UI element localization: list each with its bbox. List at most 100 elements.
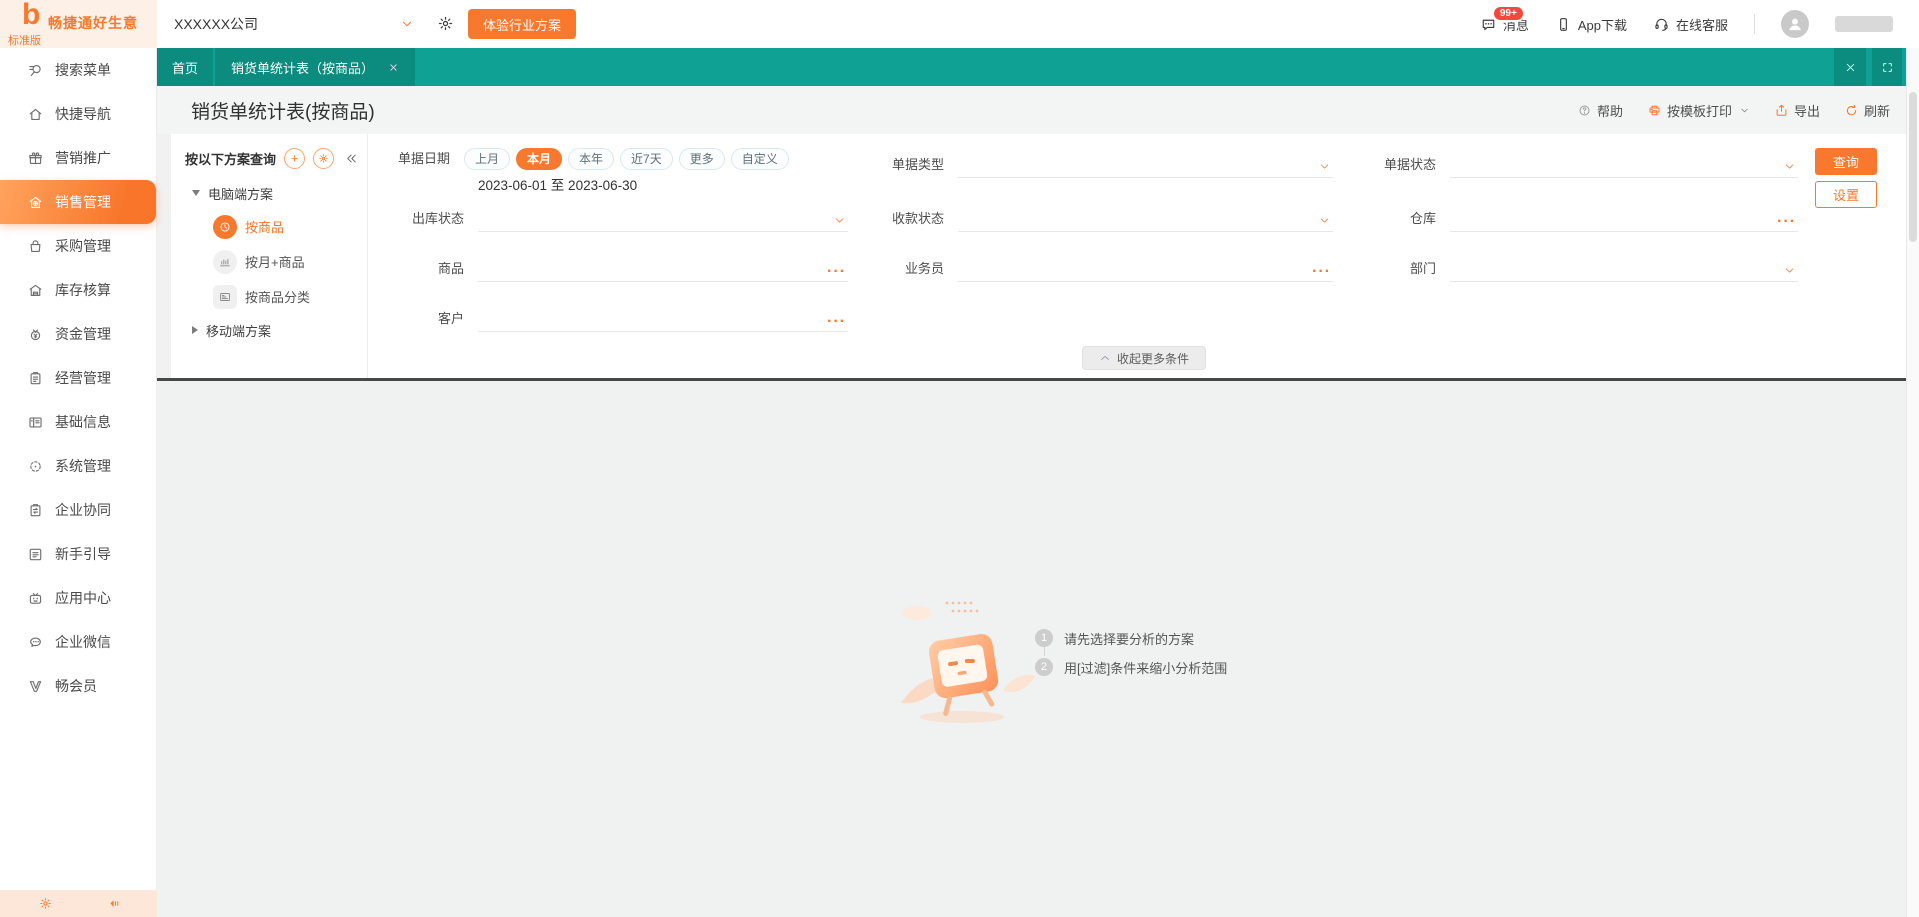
- step-number-badge: 2: [1035, 658, 1053, 676]
- sidebar-item-wechat[interactable]: 企业微信: [0, 620, 156, 664]
- sidebar-item-search-menu[interactable]: 搜索菜单: [0, 48, 156, 92]
- chevron-down-icon: [400, 17, 414, 31]
- chevron-down-icon[interactable]: [1318, 160, 1331, 173]
- app-download-label: App下载: [1577, 17, 1627, 33]
- scheme-item-by-product[interactable]: 按商品: [171, 209, 367, 244]
- export-icon: [1774, 103, 1789, 118]
- settings-gear-icon[interactable]: [436, 14, 455, 33]
- collab-icon: [27, 502, 44, 519]
- pill-this-year[interactable]: 本年: [568, 148, 615, 170]
- ellipsis-icon[interactable]: ···: [827, 263, 846, 281]
- collapse-sidebar-icon[interactable]: [106, 896, 123, 911]
- field-doc-type: 单据类型: [885, 152, 1333, 178]
- user-avatar[interactable]: [1781, 10, 1809, 38]
- sidebar-item-marketing[interactable]: 营销推广: [0, 136, 156, 180]
- customer-input[interactable]: ···: [478, 306, 848, 332]
- sidebar-item-operations[interactable]: 经营管理: [0, 356, 156, 400]
- print-template-button[interactable]: 按模板打印: [1647, 101, 1750, 120]
- ellipsis-icon[interactable]: ···: [1312, 263, 1331, 281]
- top-header: b 畅捷通好生意 标准版 XXXXXX公司 体验行业方案 消息 99+ App下…: [0, 0, 1919, 48]
- sidebar-item-quick-nav[interactable]: 快捷导航: [0, 92, 156, 136]
- help-button[interactable]: 帮助: [1577, 101, 1623, 120]
- export-button[interactable]: 导出: [1774, 101, 1820, 120]
- info-card-icon: [27, 414, 44, 431]
- department-input[interactable]: [1450, 256, 1798, 282]
- sidebar-item-app-center[interactable]: 应用中心: [0, 576, 156, 620]
- pill-last-7-days[interactable]: 近7天: [620, 148, 673, 170]
- outbound-status-input[interactable]: [478, 206, 848, 232]
- sidebar-item-purchase[interactable]: 采购管理: [0, 224, 156, 268]
- sidebar-item-base-info[interactable]: 基础信息: [0, 400, 156, 444]
- doc-status-input[interactable]: [1450, 152, 1798, 178]
- pill-custom[interactable]: 自定义: [730, 148, 789, 170]
- pill-this-month[interactable]: 本月: [516, 148, 563, 170]
- product-input[interactable]: ···: [478, 256, 848, 282]
- gear-icon[interactable]: [38, 896, 53, 911]
- collapse-panel-icon[interactable]: [344, 151, 359, 166]
- trial-plan-button[interactable]: 体验行业方案: [468, 9, 577, 39]
- sidebar-item-inventory[interactable]: 库存核算: [0, 268, 156, 312]
- warehouse-icon: [27, 282, 44, 299]
- tab-sales-report[interactable]: 销货单统计表（按商品）: [215, 48, 416, 86]
- tab-home[interactable]: 首页: [157, 48, 213, 86]
- sidebar-item-funds[interactable]: 资金管理: [0, 312, 156, 356]
- refresh-button[interactable]: 刷新: [1844, 101, 1890, 120]
- bag-icon: [27, 238, 44, 255]
- scheme-panel: 按以下方案查询 电脑端方案 按商品 按月+商品 按商品分类 移动端方案: [171, 134, 368, 378]
- page-title-bar: 销货单统计表(按商品) 帮助 按模板打印 导出 刷新: [157, 86, 1906, 134]
- scheme-settings-icon[interactable]: [313, 148, 334, 169]
- field-doc-status: 单据状态: [1373, 152, 1798, 178]
- collapse-conditions-tab[interactable]: 收起更多条件: [1082, 346, 1206, 370]
- close-all-tabs-icon[interactable]: [1834, 48, 1866, 86]
- payment-status-input[interactable]: [958, 206, 1333, 232]
- sidebar-item-system[interactable]: 系统管理: [0, 444, 156, 488]
- chevron-down-icon[interactable]: [1318, 214, 1331, 227]
- ellipsis-icon[interactable]: ···: [1777, 213, 1796, 231]
- sidebar-item-beginner-guide[interactable]: 新手引导: [0, 532, 156, 576]
- printer-icon: [1647, 103, 1662, 118]
- page-title: 销货单统计表(按商品): [191, 101, 375, 123]
- app-download-button[interactable]: App下载: [1555, 15, 1627, 34]
- chevron-down-icon[interactable]: [1783, 264, 1796, 277]
- salesperson-input[interactable]: ···: [958, 256, 1333, 282]
- apps-icon: [27, 590, 44, 607]
- sidebar-item-member[interactable]: 畅会员: [0, 664, 156, 708]
- scheme-group-pc[interactable]: 电脑端方案: [171, 177, 367, 209]
- tab-close-icon[interactable]: [388, 62, 399, 73]
- pill-last-month[interactable]: 上月: [464, 148, 511, 170]
- add-scheme-icon[interactable]: [284, 148, 305, 169]
- chevron-down-icon[interactable]: [1783, 160, 1796, 173]
- scheme-item-by-category[interactable]: 按商品分类: [171, 279, 367, 314]
- sidebar-item-sales[interactable]: 销售管理: [0, 180, 156, 224]
- chevron-up-icon: [1099, 352, 1111, 364]
- query-button[interactable]: 查询: [1815, 148, 1877, 175]
- brand-title: 畅捷通好生意: [48, 15, 138, 31]
- page-scrollbar[interactable]: [1906, 48, 1919, 917]
- ellipsis-icon[interactable]: ···: [827, 313, 846, 331]
- field-salesperson: 业务员 ···: [885, 256, 1333, 282]
- online-support-label: 在线客服: [1675, 17, 1728, 33]
- messages-badge: 99+: [1491, 4, 1525, 22]
- fullscreen-icon[interactable]: [1872, 48, 1902, 86]
- headset-icon: [1653, 16, 1670, 33]
- chevron-down-icon[interactable]: [833, 214, 846, 227]
- chevron-down-icon[interactable]: [1739, 105, 1750, 116]
- money-icon: [27, 326, 44, 343]
- date-range-text[interactable]: 2023-06-01 至 2023-06-30: [478, 174, 637, 194]
- warehouse-input[interactable]: ···: [1450, 206, 1798, 232]
- caret-down-icon: [192, 190, 200, 196]
- pill-more[interactable]: 更多: [678, 148, 725, 170]
- settings-button[interactable]: 设置: [1815, 181, 1877, 208]
- scrollbar-thumb[interactable]: [1909, 92, 1917, 242]
- phone-icon: [1555, 16, 1572, 33]
- doc-type-input[interactable]: [958, 152, 1333, 178]
- online-support-button[interactable]: 在线客服: [1653, 15, 1728, 34]
- date-label: 单据日期: [398, 151, 451, 166]
- scheme-item-by-month-product[interactable]: 按月+商品: [171, 244, 367, 279]
- messages-button[interactable]: 消息 99+: [1480, 4, 1529, 34]
- company-selector[interactable]: XXXXXX公司: [174, 0, 414, 48]
- user-name-masked[interactable]: [1835, 16, 1893, 32]
- empty-state-hints: 1 请先选择要分析的方案 2 用[过滤]条件来缩小分析范围: [1035, 627, 1227, 678]
- sidebar-item-collaboration[interactable]: 企业协同: [0, 488, 156, 532]
- scheme-group-mobile[interactable]: 移动端方案: [171, 314, 367, 346]
